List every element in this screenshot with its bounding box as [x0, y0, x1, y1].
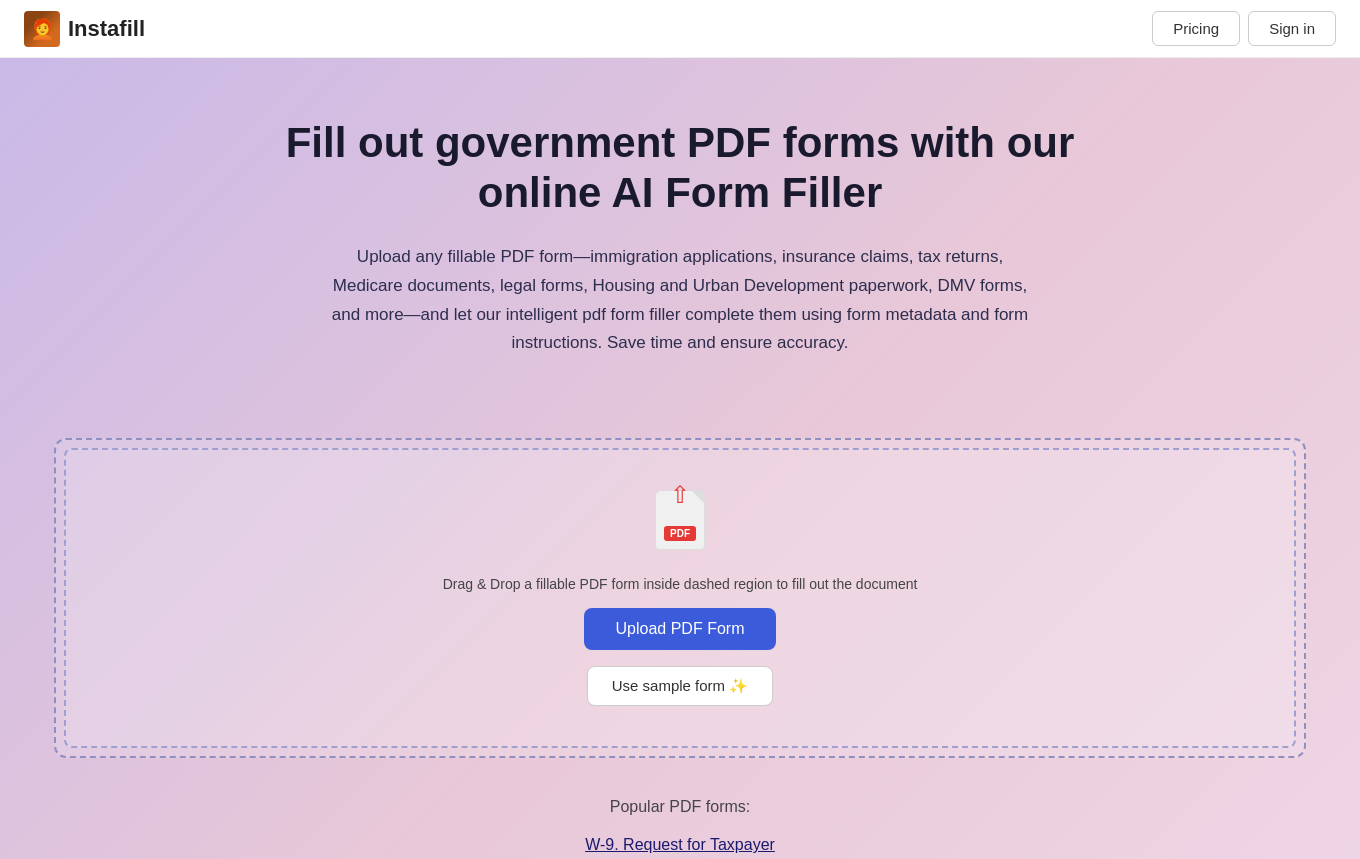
hero-subtitle: Upload any fillable PDF form—immigration…	[320, 243, 1040, 359]
nav-buttons: Pricing Sign in	[1152, 11, 1336, 46]
popular-link-item[interactable]: W-9. Request for Taxpayer	[585, 836, 775, 854]
drag-drop-text: Drag & Drop a fillable PDF form inside d…	[443, 576, 918, 592]
upload-arrow-icon: ⇧	[670, 481, 690, 509]
logo-link[interactable]: 🧑‍🦰 Instafill	[24, 11, 145, 47]
upload-container: ⇧ PDF Drag & Drop a fillable PDF form in…	[30, 438, 1330, 758]
popular-forms-section: Popular PDF forms: W-9. Request for Taxp…	[0, 798, 1360, 859]
upload-pdf-button[interactable]: Upload PDF Form	[584, 608, 777, 650]
pdf-label-text: PDF	[664, 526, 696, 541]
navbar: 🧑‍🦰 Instafill Pricing Sign in	[0, 0, 1360, 58]
logo-avatar: 🧑‍🦰	[24, 11, 60, 47]
popular-forms-title: Popular PDF forms:	[24, 798, 1336, 816]
pdf-upload-icon: ⇧ PDF	[650, 490, 710, 560]
pdf-corner	[692, 491, 704, 503]
hero-section: Fill out government PDF forms with our o…	[0, 58, 1360, 438]
use-sample-button[interactable]: Use sample form ✨	[587, 666, 774, 706]
pricing-button[interactable]: Pricing	[1152, 11, 1240, 46]
upload-outer-border: ⇧ PDF Drag & Drop a fillable PDF form in…	[54, 438, 1306, 758]
hero-title: Fill out government PDF forms with our o…	[230, 118, 1130, 219]
popular-links-list: W-9. Request for TaxpayerTR-205. Request…	[24, 836, 1336, 859]
signin-button[interactable]: Sign in	[1248, 11, 1336, 46]
upload-dropzone[interactable]: ⇧ PDF Drag & Drop a fillable PDF form in…	[64, 448, 1296, 748]
logo-text: Instafill	[68, 16, 145, 42]
